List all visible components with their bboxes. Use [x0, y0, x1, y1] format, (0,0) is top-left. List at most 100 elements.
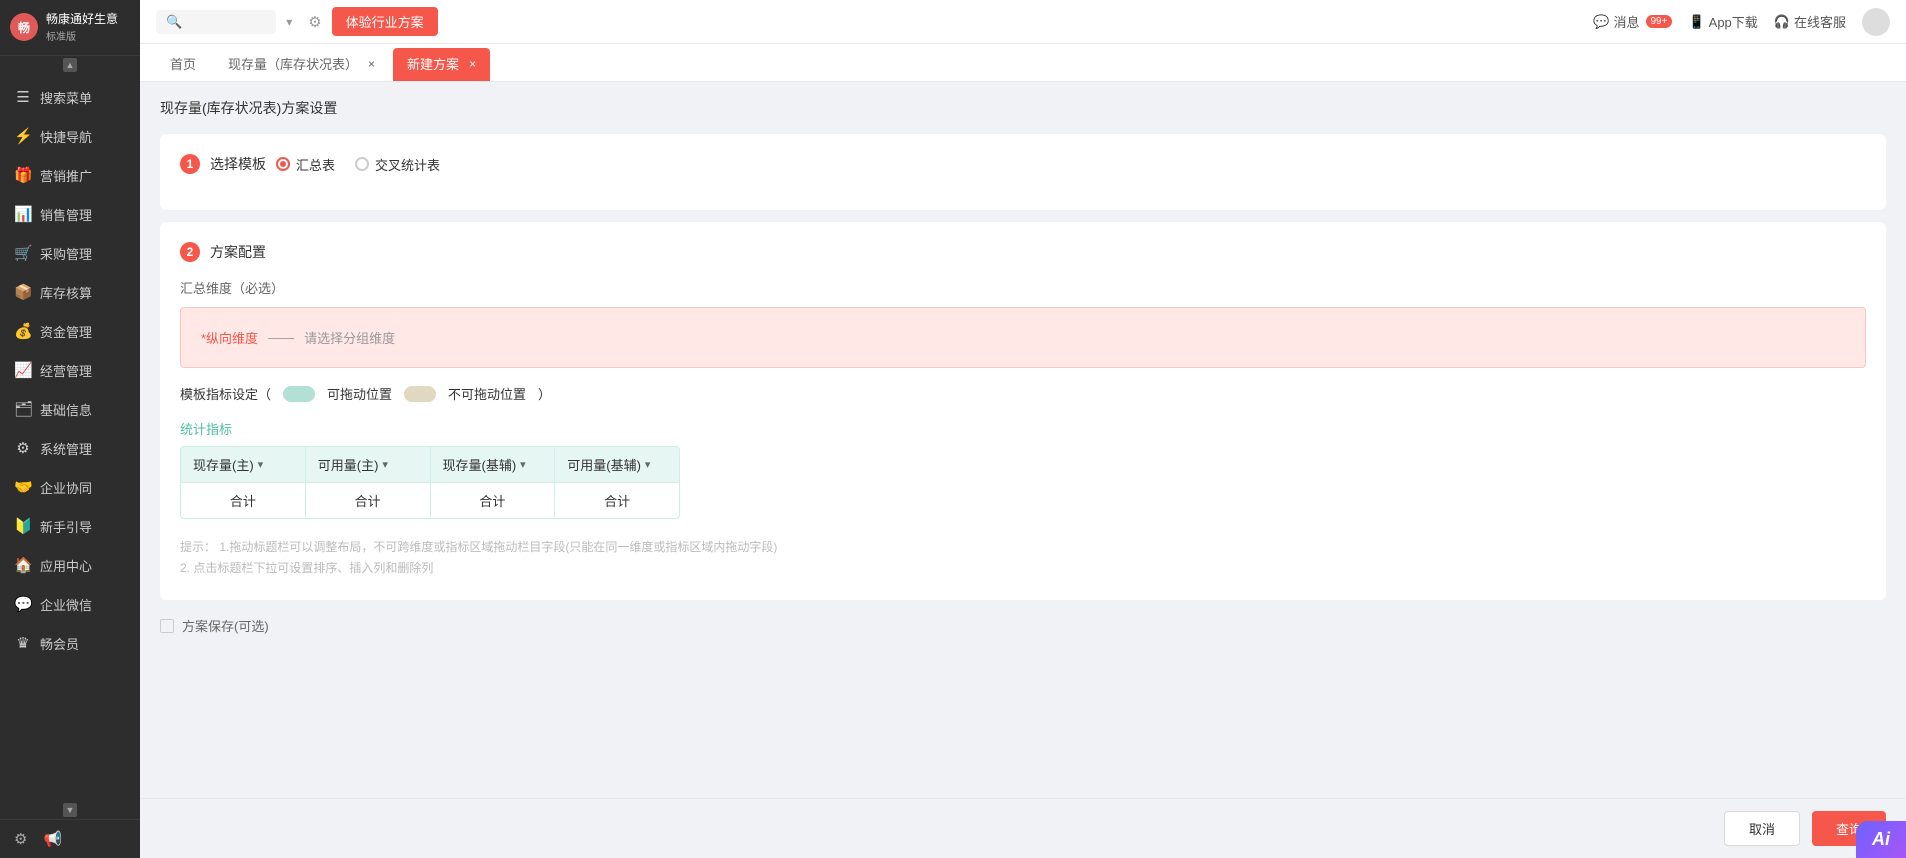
- sidebar-item-label: 快捷导航: [40, 127, 92, 146]
- ai-badge[interactable]: Ai: [1856, 821, 1906, 858]
- stats-header-cell[interactable]: 现存量(主) ▾: [181, 447, 306, 482]
- sidebar-item-搜索菜单[interactable]: ☰搜索菜单: [0, 78, 140, 117]
- stats-header-cell[interactable]: 现存量(基辅)▾: [431, 447, 556, 482]
- settings-icon[interactable]: ⚙: [14, 830, 27, 848]
- message-icon: 💬: [1593, 14, 1609, 30]
- sidebar-item-采购管理[interactable]: 🛒采购管理: [0, 234, 140, 273]
- stats-header-cell[interactable]: 可用量(主)▾: [306, 447, 431, 482]
- dimension-area[interactable]: *纵向维度 —— 请选择分组维度: [180, 307, 1866, 368]
- sidebar-item-基础信息[interactable]: 🗂基础信息: [0, 390, 140, 429]
- step2-header: 2 方案配置: [180, 242, 1866, 262]
- stats-table: 现存量(主)▾可用量(主)▾现存量(基辅)▾可用量(基辅)▾ 合计合计合计合计: [180, 446, 680, 519]
- sidebar-item-label: 采购管理: [40, 244, 92, 263]
- sidebar-item-icon: 📊: [14, 205, 32, 223]
- topbar-search-box[interactable]: 🔍: [156, 10, 276, 34]
- stats-header-row: 现存量(主)▾可用量(主)▾现存量(基辅)▾可用量(基辅)▾: [181, 447, 679, 482]
- chevron-down-icon[interactable]: ▾: [520, 458, 526, 471]
- radio-label: 汇总表: [296, 155, 335, 174]
- radio-dot: [276, 157, 290, 171]
- sidebar-item-畅会员[interactable]: ♛ 畅会员: [0, 624, 140, 663]
- search-input[interactable]: [186, 15, 266, 29]
- topbar-dropdown-icon[interactable]: ▾: [286, 15, 292, 29]
- sidebar-item-label: 销售管理: [40, 205, 92, 224]
- headset-icon: 🎧: [1774, 14, 1790, 30]
- indicator-row: 模板指标设定（ 可拖动位置 不可拖动位置 ）: [180, 384, 1866, 403]
- tab-close-icon[interactable]: ×: [469, 57, 476, 71]
- template-radio-group: 汇总表 交叉统计表: [276, 155, 440, 174]
- search-icon: 🔍: [166, 14, 182, 30]
- radio-item-汇总表[interactable]: 汇总表: [276, 155, 335, 174]
- stats-data-cell: 合计: [431, 483, 556, 518]
- sidebar-item-label: 营销推广: [40, 166, 92, 185]
- sidebar-item-label: 应用中心: [40, 556, 92, 575]
- stats-header-cell[interactable]: 可用量(基辅)▾: [555, 447, 679, 482]
- save-label: 方案保存(可选): [182, 616, 269, 635]
- chevron-down-icon[interactable]: ▾: [645, 458, 651, 471]
- sidebar-item-资金管理[interactable]: 💰资金管理: [0, 312, 140, 351]
- sidebar-scroll-up[interactable]: ▲: [63, 58, 77, 72]
- trial-btn[interactable]: 体验行业方案: [332, 7, 438, 36]
- tab-新建方案[interactable]: 新建方案×: [393, 48, 490, 81]
- sidebar-item-系统管理[interactable]: ⚙系统管理: [0, 429, 140, 468]
- messages-label: 消息: [1613, 12, 1639, 31]
- step2-badge: 2: [180, 242, 200, 262]
- header-label: 可用量(主): [318, 455, 379, 474]
- app-download-item[interactable]: 📱 App下载: [1688, 12, 1757, 31]
- sidebar-item-icon: 💬: [14, 595, 32, 613]
- draggable-label: 可拖动位置: [327, 384, 392, 403]
- sidebar-item-营销推广[interactable]: 🎁营销推广: [0, 156, 140, 195]
- sidebar-item-icon: 🔰: [14, 517, 32, 535]
- tip-row-1: 2. 点击标题栏下拉可设置排序、插入列和删除列: [180, 559, 1866, 576]
- tab-现存量（库存状况表）[interactable]: 现存量（库存状况表）×: [214, 48, 389, 81]
- cancel-button[interactable]: 取消: [1724, 811, 1800, 846]
- app-download-label: App下载: [1709, 12, 1758, 31]
- dimension-placeholder: 请选择分组维度: [304, 328, 395, 347]
- sidebar-item-快捷导航[interactable]: ⚡快捷导航: [0, 117, 140, 156]
- sidebar-item-label: 畅会员: [40, 634, 79, 653]
- sidebar-item-经营管理[interactable]: 📈经营管理: [0, 351, 140, 390]
- sidebar-item-企业微信[interactable]: 💬 企业微信: [0, 585, 140, 624]
- sidebar-item-icon: ☰: [14, 88, 32, 106]
- topbar-gear-icon[interactable]: ⚙: [308, 13, 321, 31]
- messages-badge: 99+: [1646, 15, 1673, 28]
- header-label: 现存量(主): [193, 455, 254, 474]
- sidebar-item-label: 基础信息: [40, 400, 92, 419]
- online-service-item[interactable]: 🎧 在线客服: [1774, 12, 1846, 31]
- radio-item-交叉统计表[interactable]: 交叉统计表: [355, 155, 440, 174]
- step1-title: 选择模板: [210, 154, 266, 174]
- speaker-icon[interactable]: 📢: [43, 830, 62, 848]
- sidebar-logo: 畅 畅康通好生意 标准版: [0, 0, 140, 56]
- non-draggable-pill: [404, 386, 436, 402]
- step1-header: 1 选择模板 汇总表交叉统计表: [180, 154, 1866, 174]
- sidebar-item-icon: ♛: [14, 634, 32, 652]
- indicator-suffix: ）: [538, 384, 551, 403]
- draggable-pill: [283, 386, 315, 402]
- stats-label: 统计指标: [180, 419, 1866, 438]
- dimension-dash: ——: [268, 330, 294, 345]
- save-checkbox[interactable]: [160, 619, 174, 633]
- step2-title: 方案配置: [210, 242, 266, 262]
- save-row: 方案保存(可选): [160, 616, 1886, 635]
- chevron-down-icon[interactable]: ▾: [382, 458, 388, 471]
- content-area: 现存量(库存状况表)方案设置 1 选择模板 汇总表交叉统计表 2 方案配置 汇总…: [140, 82, 1906, 798]
- indicator-row-label: 模板指标设定（: [180, 384, 271, 403]
- tab-close-icon[interactable]: ×: [368, 57, 375, 71]
- sidebar-item-label: 新手引导: [40, 517, 92, 536]
- sidebar-item-应用中心[interactable]: 🏠 应用中心: [0, 546, 140, 585]
- tab-首页[interactable]: 首页: [156, 48, 210, 81]
- app-name: 畅康通好生意: [46, 12, 118, 28]
- sidebar-item-新手引导[interactable]: 🔰 新手引导: [0, 507, 140, 546]
- sidebar-item-label: 资金管理: [40, 322, 92, 341]
- stats-data-cell: 合计: [306, 483, 431, 518]
- sidebar-item-label: 企业微信: [40, 595, 92, 614]
- aggregate-dimension-label: 汇总维度（必选）: [180, 278, 1866, 297]
- chevron-down-icon[interactable]: ▾: [258, 458, 264, 471]
- sidebar-item-销售管理[interactable]: 📊 销售管理: [0, 195, 140, 234]
- sidebar-item-库存核算[interactable]: 📦库存核算: [0, 273, 140, 312]
- stats-data-row: 合计合计合计合计: [181, 482, 679, 518]
- sidebar-item-icon: 🏠: [14, 556, 32, 574]
- sidebar-scroll-down[interactable]: ▼: [63, 803, 77, 817]
- messages-item[interactable]: 💬 消息 99+: [1593, 12, 1672, 31]
- sidebar-item-企业协同[interactable]: 🤝企业协同: [0, 468, 140, 507]
- user-avatar[interactable]: [1862, 8, 1890, 36]
